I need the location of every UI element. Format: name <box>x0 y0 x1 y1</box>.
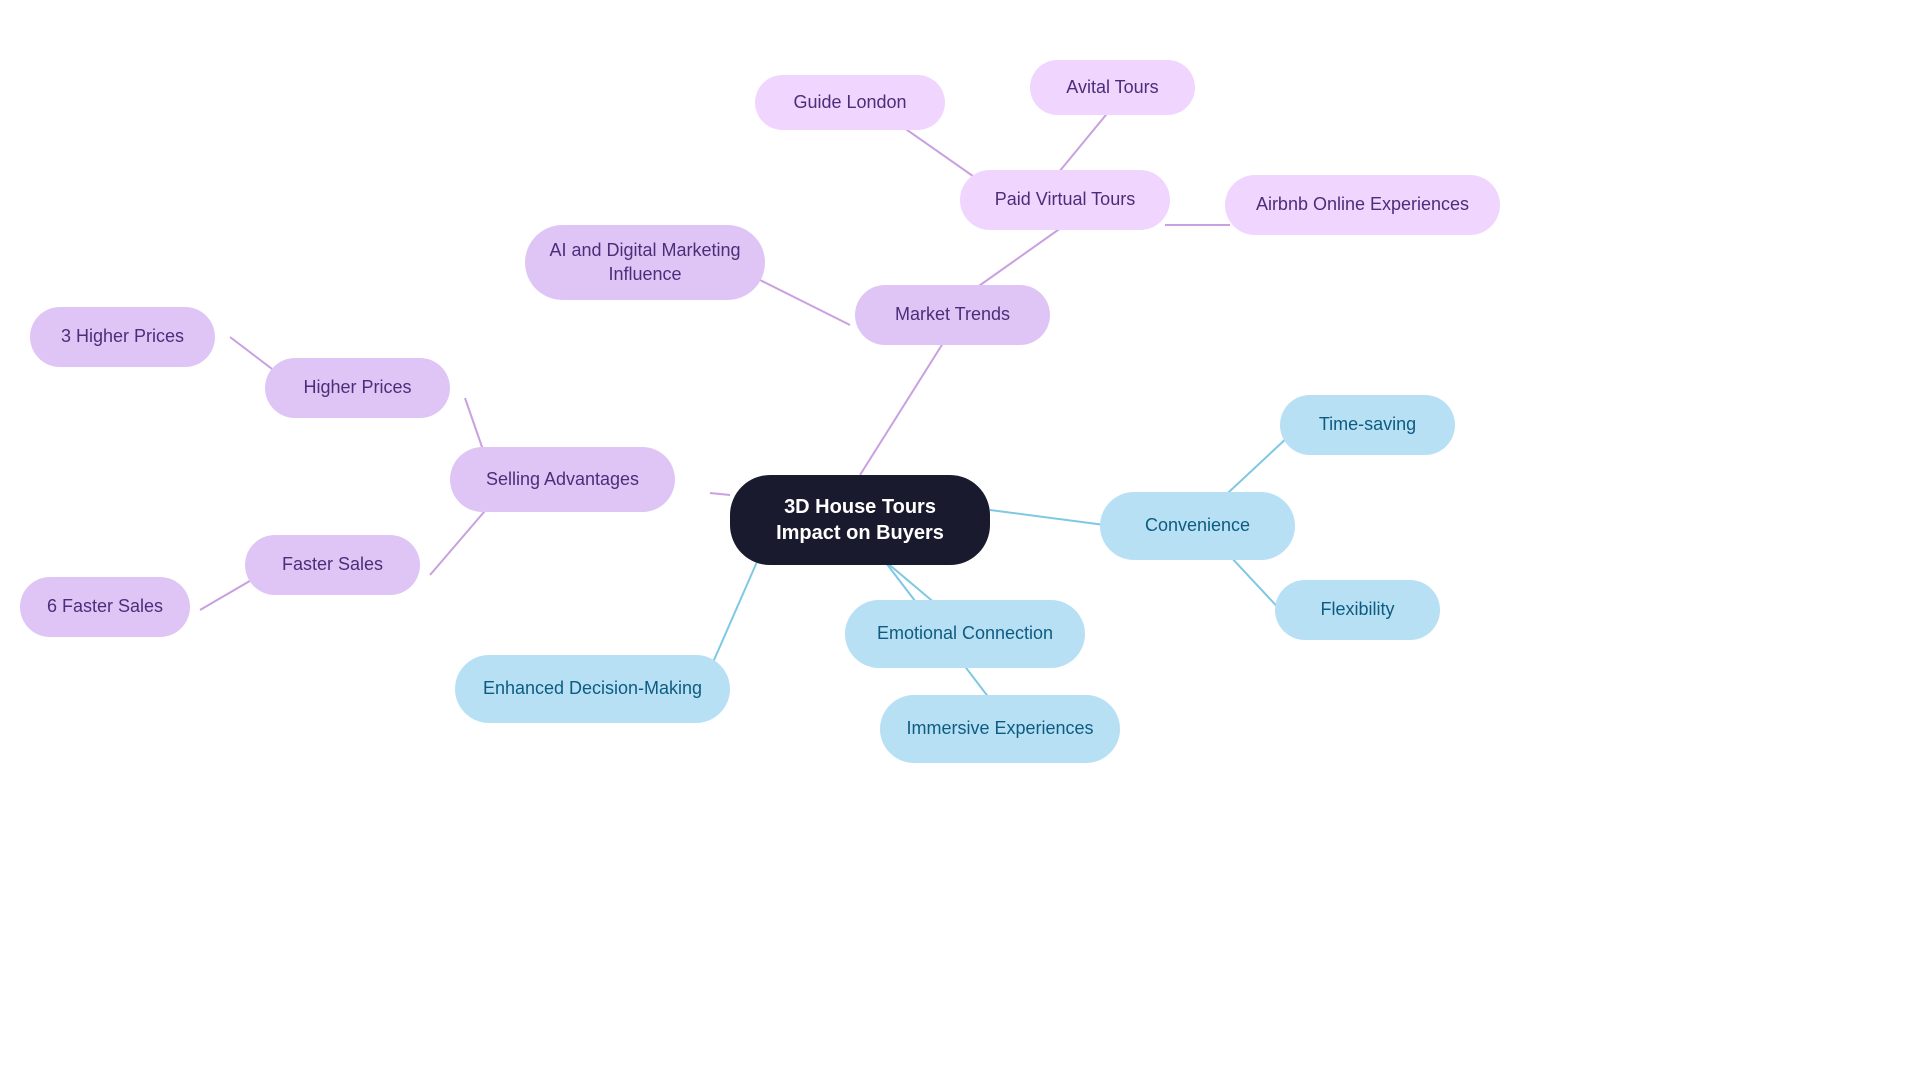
convenience-node: Convenience <box>1100 492 1295 560</box>
airbnb-node: Airbnb Online Experiences <box>1225 175 1500 235</box>
paid-virtual-tours-node: Paid Virtual Tours <box>960 170 1170 230</box>
time-saving-node: Time-saving <box>1280 395 1455 455</box>
three-higher-prices-node: 3 Higher Prices <box>30 307 215 367</box>
guide-london-node: Guide London <box>755 75 945 130</box>
selling-advantages-node: Selling Advantages <box>450 447 675 512</box>
market-trends-node: Market Trends <box>855 285 1050 345</box>
enhanced-decision-node: Enhanced Decision-Making <box>455 655 730 723</box>
avital-tours-node: Avital Tours <box>1030 60 1195 115</box>
six-faster-sales-node: 6 Faster Sales <box>20 577 190 637</box>
faster-sales-node: Faster Sales <box>245 535 420 595</box>
flexibility-node: Flexibility <box>1275 580 1440 640</box>
center-node: 3D House Tours Impact on Buyers <box>730 475 990 565</box>
ai-digital-node: AI and Digital Marketing Influence <box>525 225 765 300</box>
immersive-experiences-node: Immersive Experiences <box>880 695 1120 763</box>
higher-prices-node: Higher Prices <box>265 358 450 418</box>
emotional-connection-node: Emotional Connection <box>845 600 1085 668</box>
